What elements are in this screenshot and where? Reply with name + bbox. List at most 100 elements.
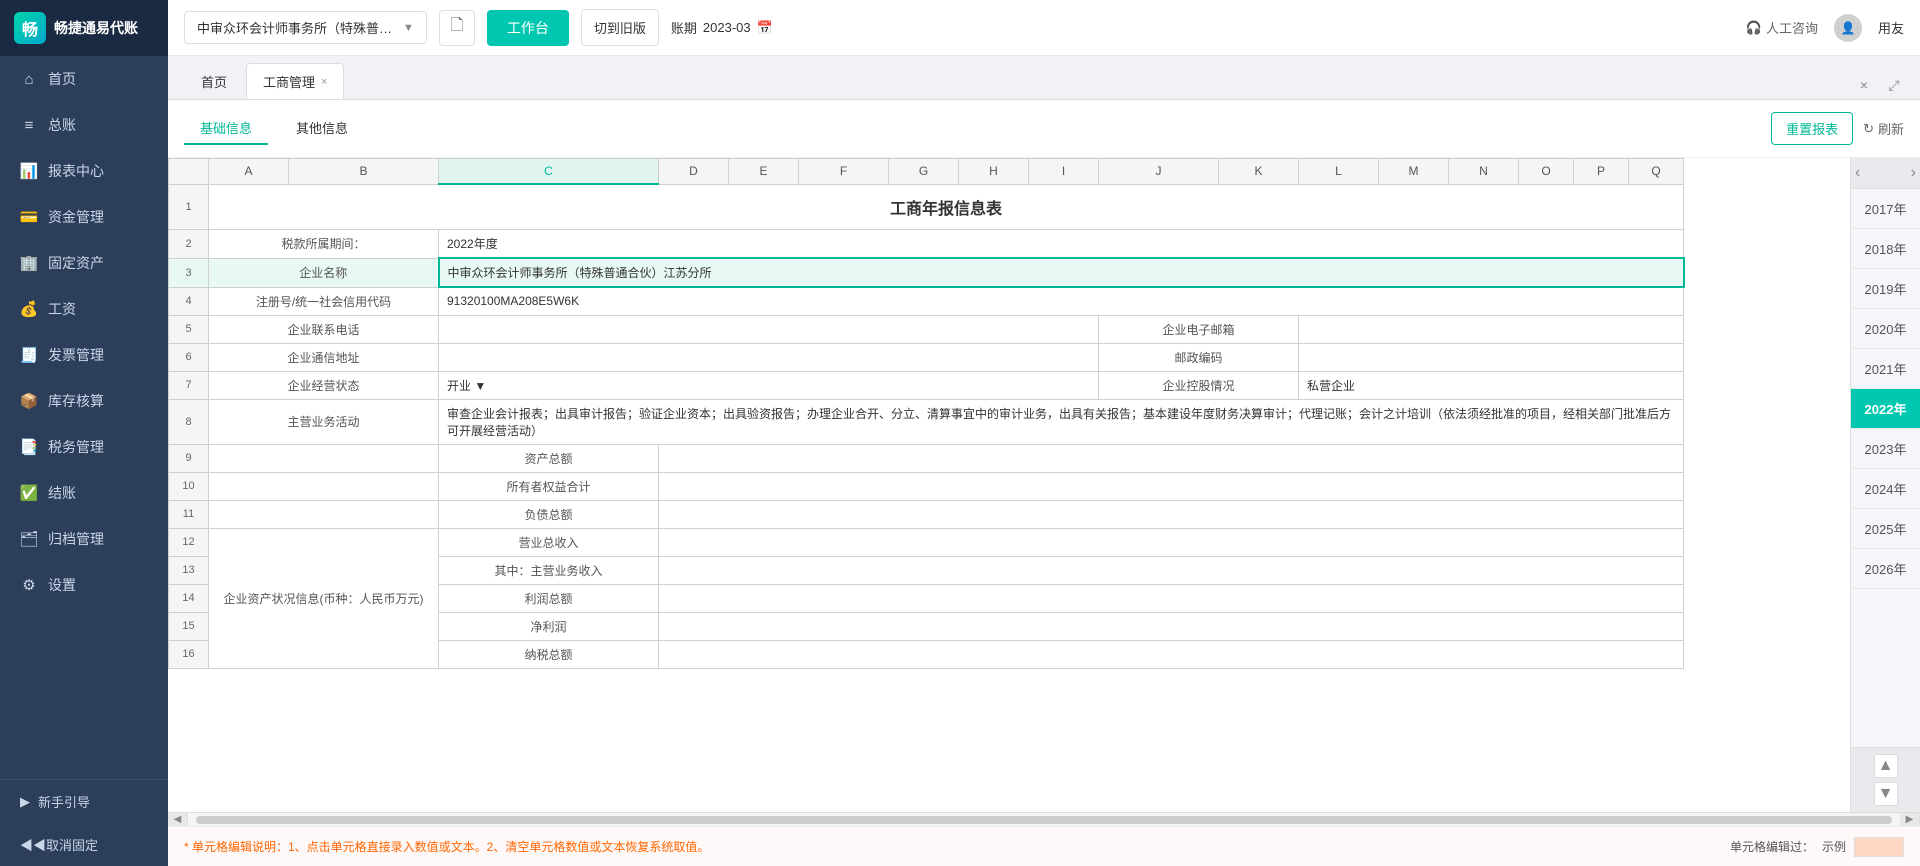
user-service[interactable]: 🎧 人工咨询 xyxy=(1746,18,1818,37)
year-item-2018[interactable]: 2018年 xyxy=(1851,229,1920,269)
old-version-button[interactable]: 切到旧版 xyxy=(581,9,659,46)
year-item-2019[interactable]: 2019年 xyxy=(1851,269,1920,309)
scroll-up-icon[interactable]: ▲ xyxy=(1874,754,1898,778)
year-item-2017[interactable]: 2017年 xyxy=(1851,189,1920,229)
row-num-4: 4 xyxy=(169,287,209,315)
row6-addr[interactable] xyxy=(439,343,1099,371)
year-item-2023[interactable]: 2023年 xyxy=(1851,429,1920,469)
row7-holding[interactable]: 私营企业 xyxy=(1299,371,1684,399)
row12-label: 营业总收入 xyxy=(439,528,659,556)
content-toolbar: 基础信息 其他信息 重置报表 ↻ 刷新 xyxy=(168,100,1920,158)
scroll-down-icon[interactable]: ▼ xyxy=(1874,782,1898,806)
row10-value[interactable] xyxy=(659,472,1684,500)
sidebar-label-assets: 固定资产 xyxy=(48,253,104,273)
scroll-left-arrow[interactable]: ◀ xyxy=(168,813,188,827)
sidebar-label-archive: 归档管理 xyxy=(48,529,104,549)
row16-value[interactable] xyxy=(659,640,1684,668)
cell-sample-box xyxy=(1854,837,1904,857)
row11-a xyxy=(209,500,439,528)
tab-home[interactable]: 首页 xyxy=(184,63,244,99)
row9-value[interactable] xyxy=(659,444,1684,472)
row-num-5: 5 xyxy=(169,315,209,343)
year-item-2024[interactable]: 2024年 xyxy=(1851,469,1920,509)
row5-email[interactable] xyxy=(1299,315,1684,343)
tab-close-icon[interactable]: × xyxy=(321,76,327,88)
tax-icon: 📑 xyxy=(20,438,38,456)
sidebar-item-closing[interactable]: ✅ 结账 xyxy=(0,470,168,516)
inventory-icon: 📦 xyxy=(20,392,38,410)
subtab-other[interactable]: 其他信息 xyxy=(280,112,364,145)
table-row: 7 企业经营状态 开业 ▼ 企业控股情况 私营企业 xyxy=(169,371,1684,399)
row2-value[interactable]: 2022年度 xyxy=(439,230,1684,259)
year-item-2025[interactable]: 2025年 xyxy=(1851,509,1920,549)
settings-icon: ⚙ xyxy=(20,576,38,594)
row2-label: 税款所属期间： xyxy=(209,230,439,259)
sidebar-item-inventory[interactable]: 📦 库存核算 xyxy=(0,378,168,424)
row13-value[interactable] xyxy=(659,556,1684,584)
row7-status[interactable]: 开业 ▼ xyxy=(439,371,1099,399)
sidebar-label-invoice: 发票管理 xyxy=(48,345,104,365)
row14-value[interactable] xyxy=(659,584,1684,612)
unpin-button[interactable]: ◀◀取消固定 xyxy=(0,823,168,866)
year-item-2021[interactable]: 2021年 xyxy=(1851,349,1920,389)
tab-business-label: 工商管理 xyxy=(263,72,315,91)
horizontal-scrollbar[interactable]: ◀ ▶ xyxy=(168,812,1920,826)
sidebar-bottom: ▶ 新手引导 ◀◀取消固定 xyxy=(0,779,168,866)
subtab-basic[interactable]: 基础信息 xyxy=(184,112,268,145)
scroll-right-arrow[interactable]: ▶ xyxy=(1900,813,1920,827)
tab-business[interactable]: 工商管理 × xyxy=(246,63,344,99)
row11-value[interactable] xyxy=(659,500,1684,528)
row-num-15: 15 xyxy=(169,612,209,640)
spreadsheet-container: A B C D E F G H I J K L M xyxy=(168,158,1920,812)
expand-window-button[interactable]: ⤢ xyxy=(1884,75,1904,95)
close-window-button[interactable]: × xyxy=(1854,75,1874,95)
archive-doc-icon: 🗋 xyxy=(450,14,463,41)
invoice-icon: 🧾 xyxy=(20,346,38,364)
year-panel: ‹ › 2017年 2018年 2019年 2020年 2021年 2022年 … xyxy=(1850,158,1920,812)
row12-value[interactable] xyxy=(659,528,1684,556)
row-num-10: 10 xyxy=(169,472,209,500)
sidebar-item-settings[interactable]: ⚙ 设置 xyxy=(0,562,168,608)
col-header-n: N xyxy=(1449,159,1519,185)
sheet-title-cell[interactable]: 工商年报信息表 xyxy=(209,184,1684,230)
row4-value[interactable]: 91320100MA208E5W6K xyxy=(439,287,1684,315)
sidebar-item-home[interactable]: ⌂ 首页 xyxy=(0,56,168,102)
sidebar-item-archive[interactable]: 🗂 归档管理 xyxy=(0,516,168,562)
sidebar-nav: ⌂ 首页 ≡ 总账 📊 报表中心 💳 资金管理 🏢 固定资产 💰 工资 🧾 发票… xyxy=(0,56,168,779)
col-header-a: A xyxy=(209,159,289,185)
sidebar-item-report[interactable]: 📊 报表中心 xyxy=(0,148,168,194)
sidebar-item-ledger[interactable]: ≡ 总账 xyxy=(0,102,168,148)
ledger-icon: ≡ xyxy=(20,116,38,134)
sidebar-item-payroll[interactable]: 💰 工资 xyxy=(0,286,168,332)
sidebar-label-home: 首页 xyxy=(48,69,76,89)
archive-button[interactable]: 🗋 xyxy=(439,10,475,46)
year-item-2020[interactable]: 2020年 xyxy=(1851,309,1920,349)
sidebar-item-finance[interactable]: 💳 资金管理 xyxy=(0,194,168,240)
sidebar-item-assets[interactable]: 🏢 固定资产 xyxy=(0,240,168,286)
reset-button[interactable]: 重置报表 xyxy=(1771,112,1853,145)
calendar-icon[interactable]: 📅 xyxy=(757,20,773,36)
row15-value[interactable] xyxy=(659,612,1684,640)
sidebar-item-invoice[interactable]: 🧾 发票管理 xyxy=(0,332,168,378)
row3-value[interactable]: 中审众环会计师事务所（特殊普通合伙）江苏分所 xyxy=(439,258,1684,287)
row8-value[interactable]: 审查企业会计报表；出具审计报告；验证企业资本；出具验资报告；办理企业合开、分立、… xyxy=(439,399,1684,444)
h-scroll-thumb[interactable] xyxy=(196,816,1892,824)
nav-left-icon[interactable]: ‹ xyxy=(1855,164,1860,182)
headset-icon: 🎧 xyxy=(1746,20,1762,36)
col-header-i: I xyxy=(1029,159,1099,185)
new-user-guide[interactable]: ▶ 新手引导 xyxy=(0,780,168,823)
sidebar-label-ledger: 总账 xyxy=(48,115,76,135)
sidebar-label-settings: 设置 xyxy=(48,575,76,595)
sidebar-item-tax[interactable]: 📑 税务管理 xyxy=(0,424,168,470)
row13-label: 其中：主营业务收入 xyxy=(439,556,659,584)
user-name: 用友 xyxy=(1878,18,1904,37)
refresh-button[interactable]: ↻ 刷新 xyxy=(1863,119,1904,138)
nav-right-icon[interactable]: › xyxy=(1911,164,1916,182)
spreadsheet-scroll[interactable]: A B C D E F G H I J K L M xyxy=(168,158,1850,812)
row6-postcode[interactable] xyxy=(1299,343,1684,371)
workbench-button[interactable]: 工作台 xyxy=(487,10,569,46)
company-selector[interactable]: 中审众环会计师事务所（特殊普通合伙... ▼ xyxy=(184,11,427,44)
row5-phone[interactable] xyxy=(439,315,1099,343)
year-item-2022[interactable]: 2022年 xyxy=(1851,389,1920,429)
year-item-2026[interactable]: 2026年 xyxy=(1851,549,1920,589)
